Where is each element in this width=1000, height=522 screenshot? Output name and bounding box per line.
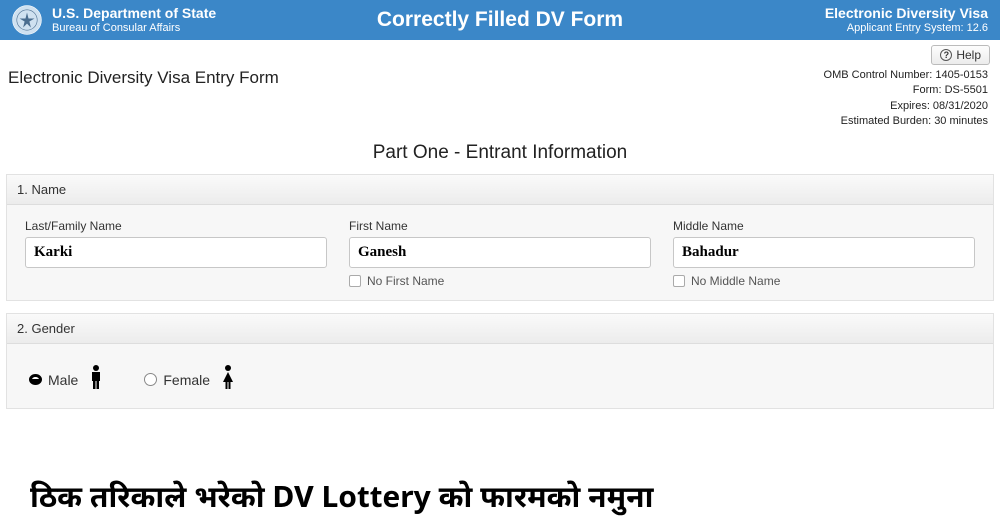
help-row: ? Help xyxy=(0,40,1000,65)
system-header: Electronic Diversity Visa Applicant Entr… xyxy=(825,6,988,33)
meta-form: Form: DS-5501 xyxy=(824,83,988,98)
female-label: Female xyxy=(163,372,210,388)
radio-female[interactable] xyxy=(144,373,157,386)
meta-omb: OMB Control Number: 1405-0153 xyxy=(824,68,988,83)
no-first-name-label: No First Name xyxy=(367,274,444,288)
help-button[interactable]: ? Help xyxy=(931,45,990,65)
dept-title: U.S. Department of State xyxy=(52,6,216,21)
gender-male-option[interactable]: Male xyxy=(29,364,104,396)
form-title: Electronic Diversity Visa Entry Form xyxy=(8,68,279,88)
part-title: Part One - Entrant Information xyxy=(0,142,1000,164)
middle-name-input[interactable] xyxy=(673,237,975,268)
help-icon: ? xyxy=(940,49,952,61)
first-name-input[interactable] xyxy=(349,237,651,268)
department-header: U.S. Department of State Bureau of Consu… xyxy=(52,6,216,33)
no-first-name-checkbox[interactable] xyxy=(349,275,361,287)
meta-list: OMB Control Number: 1405-0153 Form: DS-5… xyxy=(824,68,988,130)
first-name-label: First Name xyxy=(349,219,651,233)
gender-female-option[interactable]: Female xyxy=(144,364,236,396)
section-name: 1. Name Last/Family Name First Name No F… xyxy=(6,174,994,301)
meta-row: Electronic Diversity Visa Entry Form OMB… xyxy=(0,65,1000,130)
middle-name-label: Middle Name xyxy=(673,219,975,233)
overlay-caption: ठिक तरिकाले भरेको DV Lottery को फारमको न… xyxy=(0,481,1000,520)
radio-male[interactable] xyxy=(29,374,42,385)
no-middle-name-label: No Middle Name xyxy=(691,274,780,288)
section-gender-body: Male Female xyxy=(7,344,993,408)
top-banner: U.S. Department of State Bureau of Consu… xyxy=(0,0,1000,40)
last-name-label: Last/Family Name xyxy=(25,219,327,233)
seal-icon xyxy=(12,5,42,35)
male-icon xyxy=(88,364,104,396)
help-label: Help xyxy=(956,48,981,62)
edv-subtitle: Applicant Entry System: 12.6 xyxy=(825,22,988,34)
meta-expires: Expires: 08/31/2020 xyxy=(824,99,988,114)
edv-title: Electronic Diversity Visa xyxy=(825,6,988,21)
section-gender: 2. Gender Male Female xyxy=(6,313,994,409)
female-icon xyxy=(220,364,236,396)
section-gender-head: 2. Gender xyxy=(7,314,993,344)
meta-burden: Estimated Burden: 30 minutes xyxy=(824,114,988,129)
dept-subtitle: Bureau of Consular Affairs xyxy=(52,22,216,34)
overlay-title: Correctly Filled DV Form xyxy=(377,8,623,32)
male-label: Male xyxy=(48,372,78,388)
last-name-input[interactable] xyxy=(25,237,327,268)
section-name-head: 1. Name xyxy=(7,175,993,205)
no-middle-name-checkbox[interactable] xyxy=(673,275,685,287)
section-name-body: Last/Family Name First Name No First Nam… xyxy=(7,205,993,300)
